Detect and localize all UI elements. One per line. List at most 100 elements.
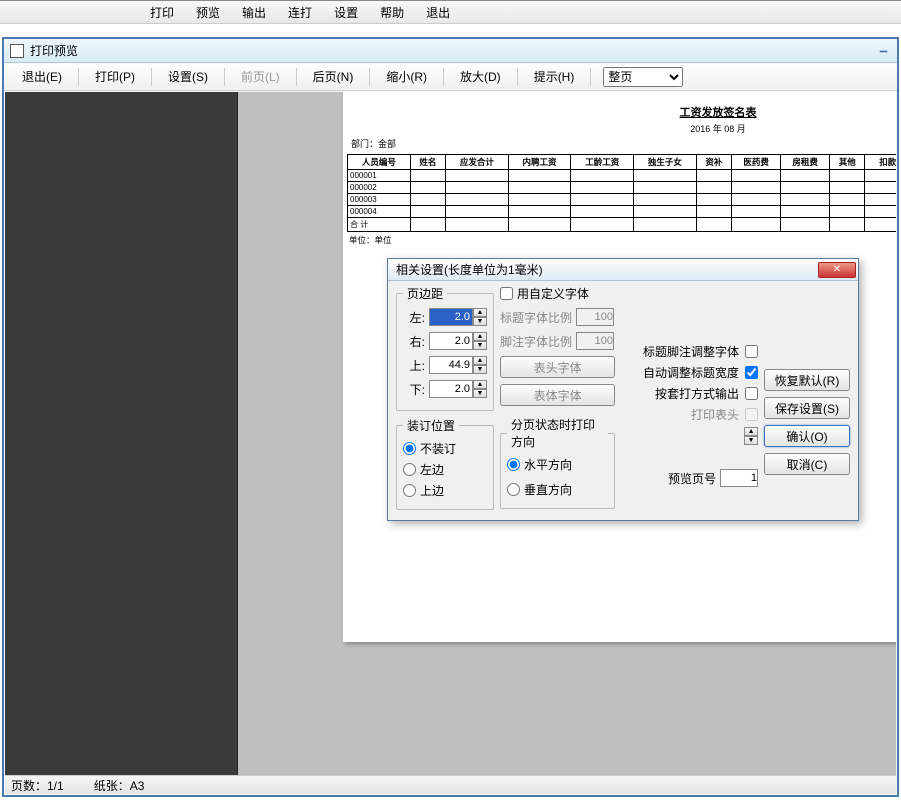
tb-hint[interactable]: 提示(H) <box>524 66 585 87</box>
header-font-button: 表头字体 <box>500 356 615 378</box>
col-header: 资补 <box>696 155 731 170</box>
spin-up-icon[interactable]: ▲ <box>473 308 487 317</box>
bind-top-radio[interactable] <box>403 484 416 497</box>
separator <box>590 68 591 86</box>
col-header: 应发合计 <box>446 155 509 170</box>
title-ratio-label: 标题字体比例 <box>500 309 572 326</box>
cancel-button[interactable]: 取消(C) <box>764 453 850 475</box>
margins-legend: 页边距 <box>403 285 447 302</box>
tb-zoomin[interactable]: 放大(D) <box>450 66 511 87</box>
menu-continuous[interactable]: 连打 <box>278 2 322 23</box>
cell: 000004 <box>348 206 411 218</box>
spin-down-icon[interactable]: ▼ <box>473 317 487 326</box>
margin-right-input[interactable] <box>429 332 473 350</box>
bind-none-radio[interactable] <box>403 442 416 455</box>
adjust-title-footer-checkbox[interactable] <box>745 345 758 358</box>
menu-preview[interactable]: 预览 <box>186 2 230 23</box>
footer-ratio-label: 脚注字体比例 <box>500 333 572 350</box>
auto-adjust-width-label: 自动调整标题宽度 <box>643 364 739 381</box>
paging-vertical-radio[interactable] <box>507 483 520 496</box>
preview-page-label: 预览页号 <box>668 470 716 487</box>
tb-settings[interactable]: 设置(S) <box>158 66 218 87</box>
col-header: 扣款合计 <box>865 155 896 170</box>
body-font-button: 表体字体 <box>500 384 615 406</box>
menu-help[interactable]: 帮助 <box>370 2 414 23</box>
window-decoration: ⎯ <box>880 42 891 59</box>
report-date: 2016 年 08 月 <box>343 122 896 135</box>
custom-font-checkbox[interactable] <box>500 287 513 300</box>
thumbnail-panel <box>5 92 238 775</box>
auto-adjust-width-checkbox[interactable] <box>745 366 758 379</box>
paging-horizontal-label: 水平方向 <box>524 456 572 473</box>
spin-down-icon[interactable]: ▼ <box>744 436 758 445</box>
col-header: 工龄工资 <box>571 155 634 170</box>
report-table: 人员编号 姓名 应发合计 内聘工资 工龄工资 独生子女 资补 医药费 房租费 其… <box>347 154 896 232</box>
statusbar: 页数：1/1 纸张：A3 <box>5 775 896 794</box>
bind-top-label: 上边 <box>420 482 444 499</box>
window-titlebar: 打印预览 ⎯ <box>4 39 897 63</box>
col-header: 医药费 <box>732 155 781 170</box>
paging-legend: 分页状态时打印方向 <box>507 416 608 450</box>
tb-nextpage[interactable]: 后页(N) <box>303 66 364 87</box>
tb-zoomout[interactable]: 缩小(R) <box>376 66 437 87</box>
close-button[interactable]: ✕ <box>818 262 856 278</box>
menu-exit[interactable]: 退出 <box>416 2 460 23</box>
status-paper: 纸张：A3 <box>94 777 145 794</box>
tb-print[interactable]: 打印(P) <box>85 66 145 87</box>
col-header: 内聘工资 <box>508 155 571 170</box>
paging-horizontal-radio[interactable] <box>507 458 520 471</box>
spin-down-icon[interactable]: ▼ <box>473 341 487 350</box>
margin-top-input[interactable] <box>429 356 473 374</box>
menu-settings[interactable]: 设置 <box>324 2 368 23</box>
nested-print-label: 按套打方式输出 <box>655 385 739 402</box>
separator <box>224 68 225 86</box>
table-header-row: 人员编号 姓名 应发合计 内聘工资 工龄工资 独生子女 资补 医药费 房租费 其… <box>348 155 897 170</box>
menu-print[interactable]: 打印 <box>140 2 184 23</box>
margin-bottom-label: 下: <box>403 381 425 398</box>
spin-down-icon[interactable]: ▼ <box>473 365 487 374</box>
zoom-select[interactable]: 整页 <box>603 67 683 87</box>
separator <box>369 68 370 86</box>
separator <box>443 68 444 86</box>
bind-left-label: 左边 <box>420 461 444 478</box>
window-title: 打印预览 <box>30 42 78 59</box>
adjust-title-footer-label: 标题脚注调整字体 <box>643 343 739 360</box>
spin-up-icon[interactable]: ▲ <box>473 356 487 365</box>
print-header-label: 打印表头 <box>691 406 739 423</box>
margin-left-input[interactable] <box>429 308 473 326</box>
tb-exit[interactable]: 退出(E) <box>12 66 72 87</box>
table-row: 000004 <box>348 206 897 218</box>
cell: 合 计 <box>348 218 411 232</box>
restore-default-button[interactable]: 恢复默认(R) <box>764 369 850 391</box>
spin-down-icon[interactable]: ▼ <box>473 389 487 398</box>
separator <box>151 68 152 86</box>
dialog-titlebar[interactable]: 相关设置(长度单位为1毫米) ✕ <box>388 259 858 281</box>
col-header: 人员编号 <box>348 155 411 170</box>
table-total-row: 合 计 <box>348 218 897 232</box>
status-pages: 页数：1/1 <box>11 777 64 794</box>
margin-right-label: 右: <box>403 333 425 350</box>
spin-up-icon[interactable]: ▲ <box>473 380 487 389</box>
bind-left-radio[interactable] <box>403 463 416 476</box>
col-header: 房租费 <box>781 155 830 170</box>
settings-dialog: 相关设置(长度单位为1毫米) ✕ 页边距 左: ▲▼ 右: ▲▼ 上: ▲▼ <box>387 258 859 521</box>
margin-left-label: 左: <box>403 309 425 326</box>
bind-none-label: 不装订 <box>420 440 456 457</box>
menu-output[interactable]: 输出 <box>232 2 276 23</box>
col-header: 姓名 <box>410 155 445 170</box>
save-settings-button[interactable]: 保存设置(S) <box>764 397 850 419</box>
spin-up-icon[interactable]: ▲ <box>473 332 487 341</box>
spin-up-icon[interactable]: ▲ <box>744 427 758 436</box>
margins-group: 页边距 左: ▲▼ 右: ▲▼ 上: ▲▼ 下: ▲▼ <box>396 285 494 411</box>
report-title: 工资发放签名表 <box>343 104 896 120</box>
ok-button[interactable]: 确认(O) <box>764 425 850 447</box>
paging-vertical-label: 垂直方向 <box>524 481 572 498</box>
dialog-title: 相关设置(长度单位为1毫米) <box>396 261 543 278</box>
margin-top-label: 上: <box>403 357 425 374</box>
cell: 000002 <box>348 182 411 194</box>
report-page-footer: 单位：单位 <box>349 234 896 246</box>
margin-bottom-input[interactable] <box>429 380 473 398</box>
preview-page-input[interactable] <box>720 469 758 487</box>
nested-print-checkbox[interactable] <box>745 387 758 400</box>
separator <box>78 68 79 86</box>
